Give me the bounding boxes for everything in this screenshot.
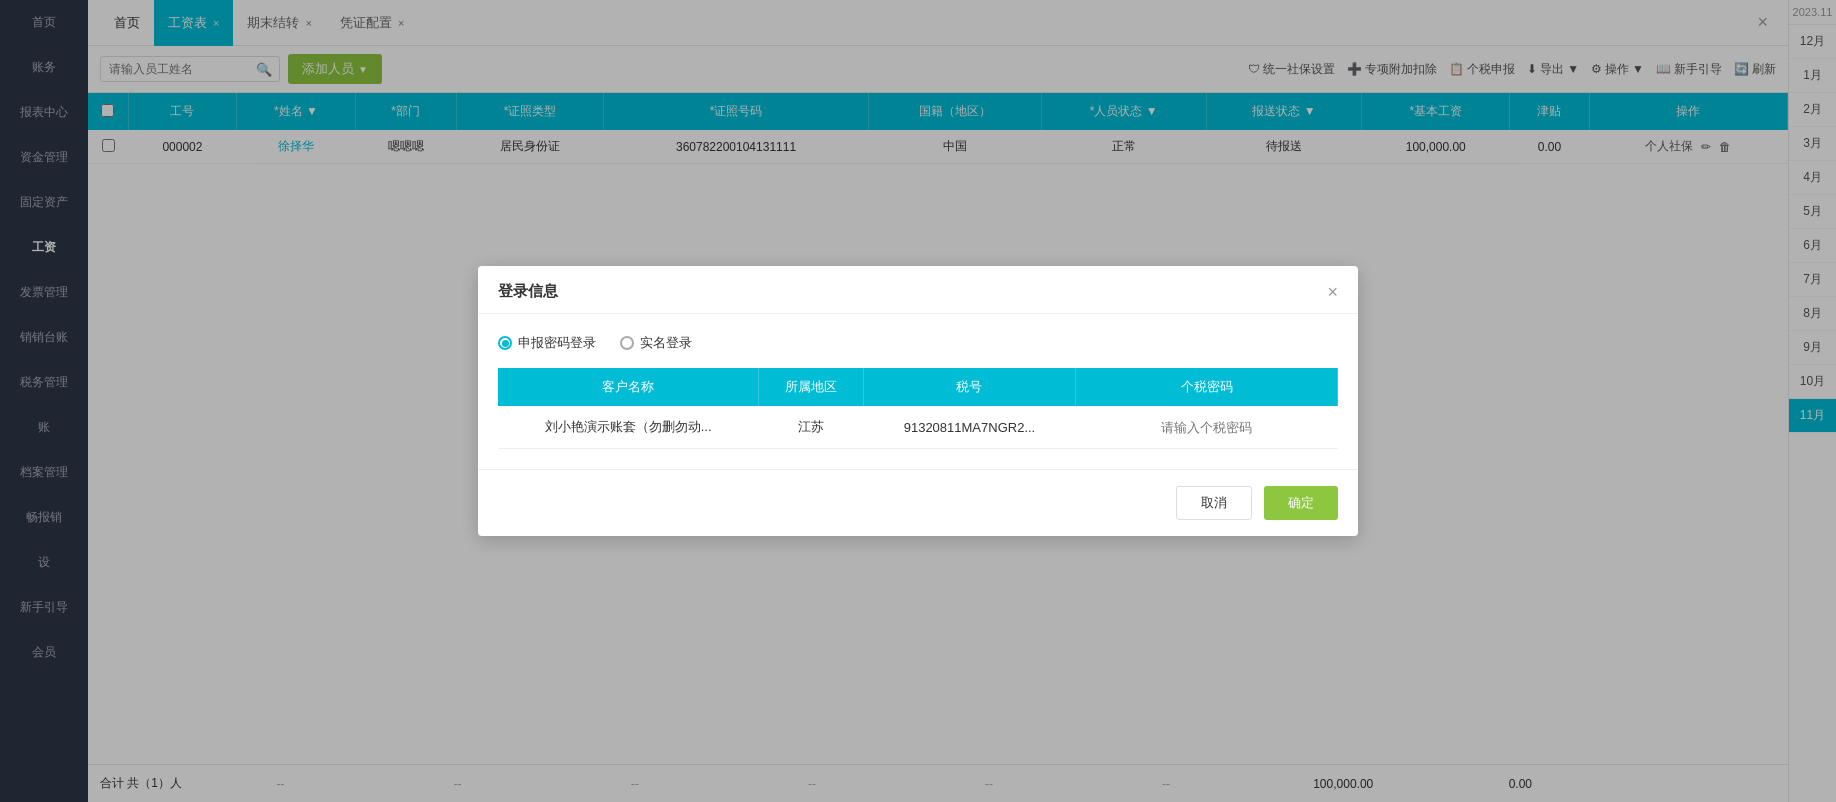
radio-realname-login[interactable]: 实名登录 xyxy=(620,334,692,352)
modal-close-button[interactable]: × xyxy=(1327,283,1338,301)
modal-table: 客户名称 所属地区 税号 个税密码 刘小艳演示账套（勿删勿动... 江苏 913… xyxy=(498,368,1338,449)
modal-password-input[interactable] xyxy=(1088,420,1326,435)
modal-table-row: 刘小艳演示账套（勿删勿动... 江苏 91320811MA7NGR2... xyxy=(498,406,1338,449)
modal-col-tax-id: 税号 xyxy=(863,368,1075,406)
radio-realname-dot xyxy=(620,336,634,350)
modal-overlay: 登录信息 × 申报密码登录 实名登录 客户名称 所属地区 xyxy=(0,0,1836,802)
radio-group: 申报密码登录 实名登录 xyxy=(498,334,1338,352)
modal-body: 申报密码登录 实名登录 客户名称 所属地区 税号 个税密码 xyxy=(478,314,1358,469)
modal-cancel-button[interactable]: 取消 xyxy=(1176,486,1252,520)
login-info-modal: 登录信息 × 申报密码登录 实名登录 客户名称 所属地区 xyxy=(478,266,1358,536)
radio-password-dot xyxy=(498,336,512,350)
modal-region: 江苏 xyxy=(758,406,863,449)
modal-title: 登录信息 xyxy=(498,282,558,301)
modal-password-cell xyxy=(1076,406,1338,449)
modal-confirm-button[interactable]: 确定 xyxy=(1264,486,1338,520)
modal-col-password: 个税密码 xyxy=(1076,368,1338,406)
modal-header: 登录信息 × xyxy=(478,266,1358,314)
modal-col-client: 客户名称 xyxy=(498,368,758,406)
modal-tax-id: 91320811MA7NGR2... xyxy=(863,406,1075,449)
modal-client-name: 刘小艳演示账套（勿删勿动... xyxy=(498,406,758,449)
modal-col-region: 所属地区 xyxy=(758,368,863,406)
radio-password-login[interactable]: 申报密码登录 xyxy=(498,334,596,352)
modal-footer: 取消 确定 xyxy=(478,469,1358,536)
